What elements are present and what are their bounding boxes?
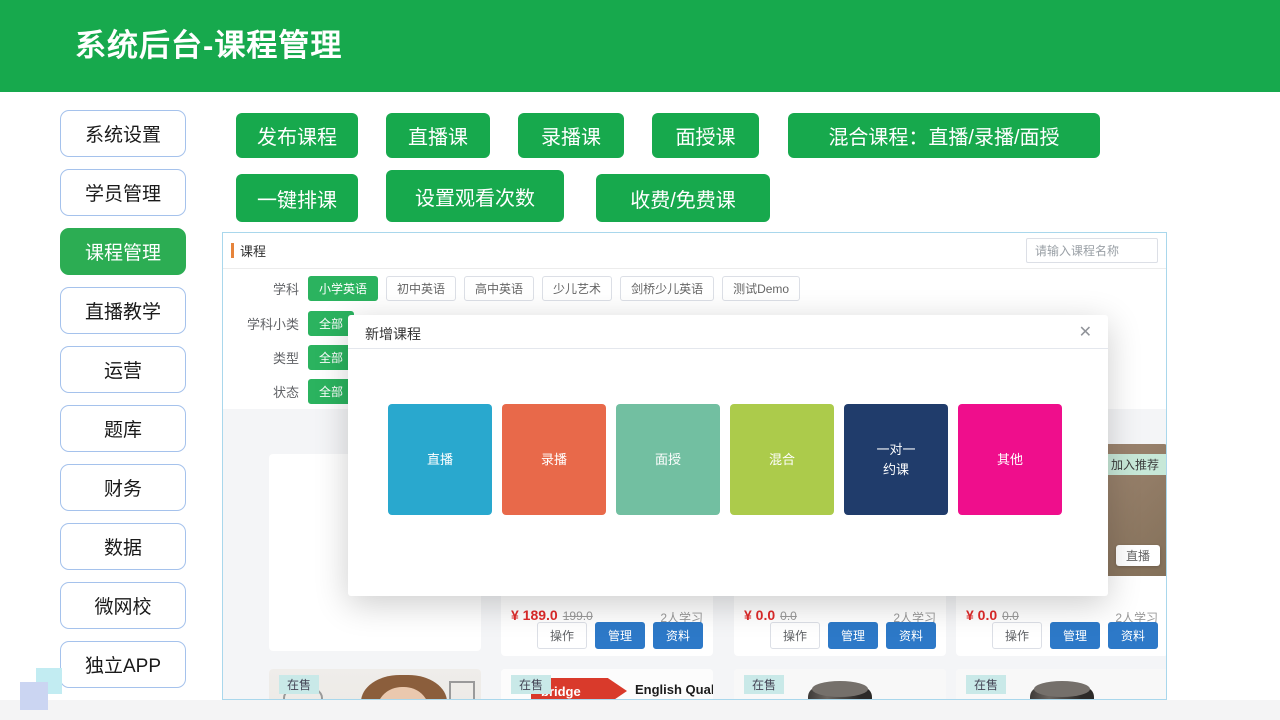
on-sale-badge: 在售 xyxy=(966,675,1006,694)
set-view-count-button[interactable]: 设置观看次数 xyxy=(386,170,564,222)
tag-children-art[interactable]: 少儿艺术 xyxy=(542,276,612,301)
price: ¥ 0.0 xyxy=(966,607,997,623)
sidebar-item-finance[interactable]: 财务 xyxy=(60,464,186,511)
sidebar-item-micro-school[interactable]: 微网校 xyxy=(60,582,186,629)
cambridge-image: bridge English Qualifications 在售 xyxy=(501,669,713,700)
manage-button[interactable]: 管理 xyxy=(828,622,878,649)
sidebar-item-student-management[interactable]: 学员管理 xyxy=(60,169,186,216)
course-type-one-on-one[interactable]: 一对一 约课 xyxy=(844,404,948,515)
page-header: 系统后台-课程管理 xyxy=(0,0,1280,92)
add-course-modal: 新增课程 ✕ 直播 录播 面授 混合 一对一 约课 其他 xyxy=(348,315,1108,596)
material-button[interactable]: 资料 xyxy=(1108,622,1158,649)
filter-row-subject: 学科 小学英语 初中英语 高中英语 少儿艺术 剑桥少儿英语 测试Demo xyxy=(223,277,800,299)
filter-label-status: 状态 xyxy=(223,382,299,401)
course-card-bottom-2[interactable]: bridge English Qualifications 在售 xyxy=(501,669,713,700)
modal-title: 新增课程 xyxy=(365,324,421,344)
recorded-course-button[interactable]: 录播课 xyxy=(518,113,624,158)
filter-label-subject: 学科 xyxy=(223,279,299,298)
operate-button[interactable]: 操作 xyxy=(992,622,1042,649)
sidebar-item-standalone-app[interactable]: 独立APP xyxy=(60,641,186,688)
operate-button[interactable]: 操作 xyxy=(537,622,587,649)
tag-test-demo[interactable]: 测试Demo xyxy=(722,276,800,301)
lens-image: 在售 xyxy=(956,669,1167,700)
tag-cambridge-children-english[interactable]: 剑桥少儿英语 xyxy=(620,276,714,301)
filter-label-subcategory: 学科小类 xyxy=(223,314,299,333)
subject-tags: 小学英语 初中英语 高中英语 少儿艺术 剑桥少儿英语 测试Demo xyxy=(308,276,800,301)
filter-row-subcategory: 学科小类 全部 xyxy=(223,312,354,334)
filter-label-type: 类型 xyxy=(223,348,299,367)
sidebar-item-operations[interactable]: 运营 xyxy=(60,346,186,393)
page-title: 系统后台-课程管理 xyxy=(75,0,342,92)
course-type-offline[interactable]: 面授 xyxy=(616,404,720,515)
sidebar-item-question-bank[interactable]: 题库 xyxy=(60,405,186,452)
lens-image: 在售 xyxy=(734,669,946,700)
course-type-other[interactable]: 其他 xyxy=(958,404,1062,515)
panel-title: 课程 xyxy=(240,241,266,260)
old-price: 0.0 xyxy=(780,609,797,623)
course-type-recorded[interactable]: 录播 xyxy=(502,404,606,515)
sidebar-item-system-settings[interactable]: 系统设置 xyxy=(60,110,186,157)
tag-senior-english[interactable]: 高中英语 xyxy=(464,276,534,301)
recommend-badge: 加入推荐 xyxy=(1102,454,1167,475)
operate-button[interactable]: 操作 xyxy=(770,622,820,649)
sidebar-item-data[interactable]: 数据 xyxy=(60,523,186,570)
offline-course-button[interactable]: 面授课 xyxy=(652,113,759,158)
material-button[interactable]: 资料 xyxy=(886,622,936,649)
filter-row-type: 类型 全部 xyxy=(223,346,354,368)
app-root: { "colors": { "accent_green": "#17A94D",… xyxy=(0,0,1280,720)
decorative-square-lavender xyxy=(20,682,48,710)
on-sale-badge: 在售 xyxy=(744,675,784,694)
paid-free-course-button[interactable]: 收费/免费课 xyxy=(596,174,770,222)
course-card-bottom-1[interactable]: 在售 xyxy=(269,669,481,700)
modal-header: 新增课程 ✕ xyxy=(348,315,1108,349)
lens-graphic xyxy=(812,681,868,697)
publish-course-button[interactable]: 发布课程 xyxy=(236,113,358,158)
filter-row-status: 状态 全部 xyxy=(223,380,354,402)
course-card-bottom-4[interactable]: 在售 xyxy=(956,669,1167,700)
course-panel-header: 课程 xyxy=(223,233,1166,269)
course-type-mixed[interactable]: 混合 xyxy=(730,404,834,515)
panel-accent-bar xyxy=(231,243,234,258)
tag-primary-english[interactable]: 小学英语 xyxy=(308,276,378,301)
price: ¥ 189.0 xyxy=(511,607,558,623)
live-course-button[interactable]: 直播课 xyxy=(386,113,490,158)
on-sale-badge: 在售 xyxy=(279,675,319,694)
tag-junior-english[interactable]: 初中英语 xyxy=(386,276,456,301)
on-sale-badge: 在售 xyxy=(511,675,551,694)
course-card-bottom-3[interactable]: 在售 xyxy=(734,669,946,700)
live-type-tag: 直播 xyxy=(1116,545,1160,566)
sidebar-item-live-teaching[interactable]: 直播教学 xyxy=(60,287,186,334)
sidebar-item-course-management[interactable]: 课程管理 xyxy=(60,228,186,275)
course-search-input[interactable] xyxy=(1026,238,1158,263)
manage-button[interactable]: 管理 xyxy=(595,622,645,649)
material-button[interactable]: 资料 xyxy=(653,622,703,649)
cambridge-title: English Qualifications xyxy=(635,682,713,697)
manage-button[interactable]: 管理 xyxy=(1050,622,1100,649)
price: ¥ 0.0 xyxy=(744,607,775,623)
whiteboard-sketch xyxy=(449,681,475,700)
one-click-schedule-button[interactable]: 一键排课 xyxy=(236,174,358,222)
bottom-background-strip xyxy=(0,700,1280,720)
old-price: 0.0 xyxy=(1002,609,1019,623)
course-type-live[interactable]: 直播 xyxy=(388,404,492,515)
old-price: 199.0 xyxy=(563,609,593,623)
lens-graphic xyxy=(1034,681,1090,697)
woman-whiteboard-image: 在售 xyxy=(269,669,481,700)
mixed-course-button[interactable]: 混合课程：直播/录播/面授 xyxy=(788,113,1100,158)
close-icon[interactable]: ✕ xyxy=(1079,322,1092,342)
